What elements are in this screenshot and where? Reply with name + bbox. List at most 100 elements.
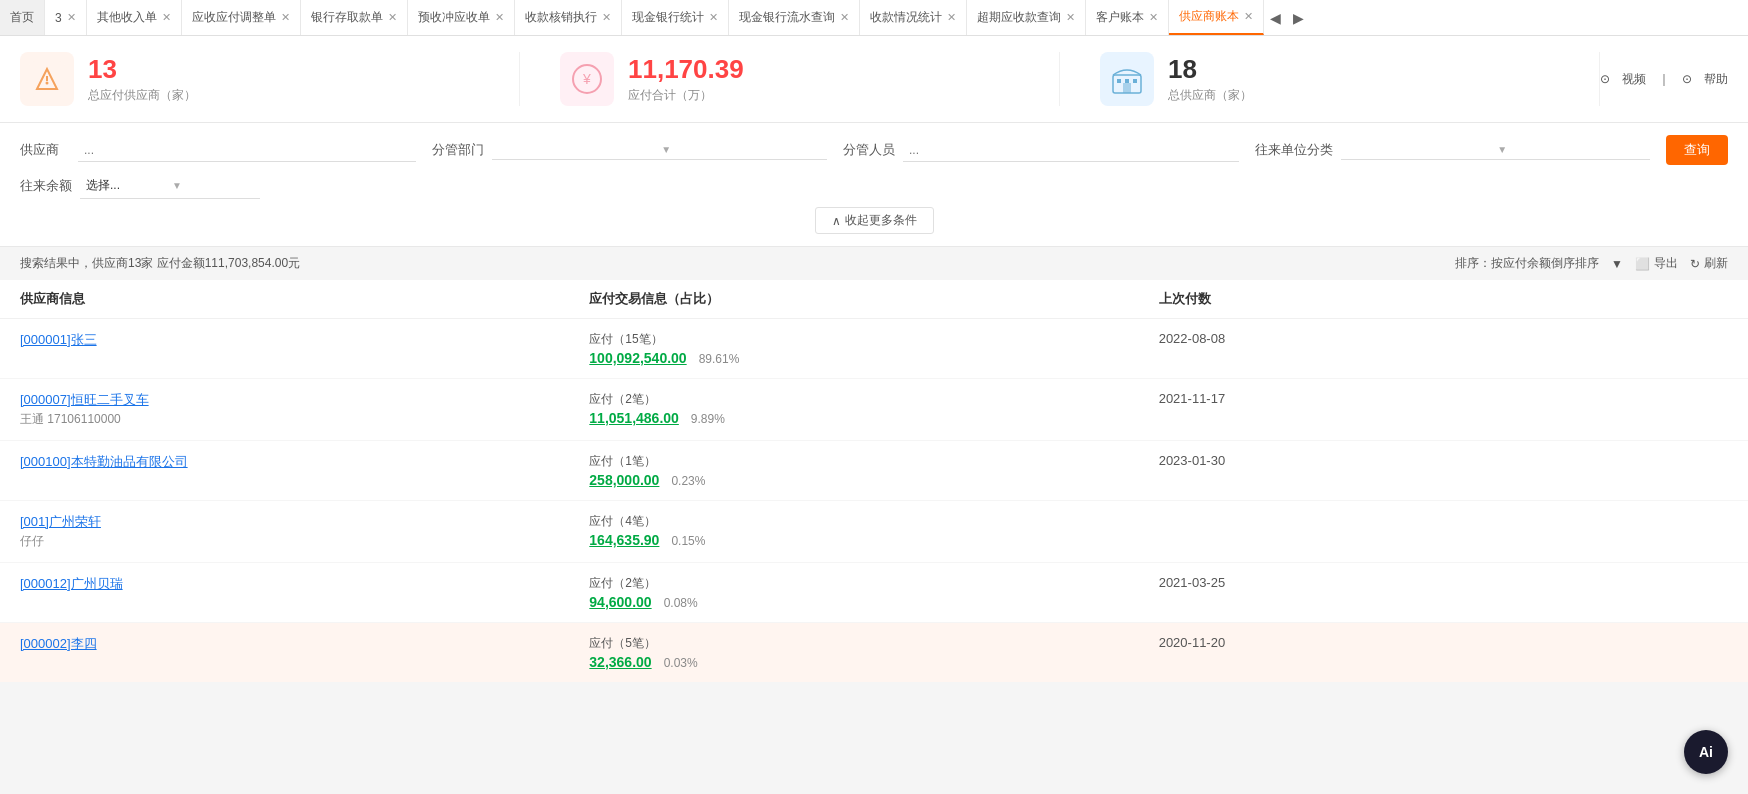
close-customer-book[interactable]: ✕: [1149, 11, 1158, 24]
export-icon: ⬜: [1635, 257, 1650, 271]
filter-balance: 往来余额 选择... ▼: [20, 173, 260, 199]
nav-overdue-ar[interactable]: 超期应收款查询 ✕: [967, 0, 1086, 35]
supplier-link-2[interactable]: [000100]本特勤油品有限公司: [20, 454, 188, 469]
export-button[interactable]: ⬜ 导出: [1635, 255, 1678, 272]
close-supplier-book[interactable]: ✕: [1244, 10, 1253, 23]
dept-label: 分管部门: [432, 141, 484, 159]
collapse-label: 收起更多条件: [845, 212, 917, 229]
nav-customer-book[interactable]: 客户账本 ✕: [1086, 0, 1169, 35]
help-link[interactable]: 帮助: [1704, 71, 1728, 88]
last-pay-0: 2022-08-08: [1159, 331, 1226, 346]
close-cash-bank-stat[interactable]: ✕: [709, 11, 718, 24]
nav-left-arrow[interactable]: ◀: [1264, 10, 1287, 26]
payable-suppliers-count: 13: [88, 54, 196, 85]
close-other-income[interactable]: ✕: [162, 11, 171, 24]
payable-label-5: 应付（5笔）: [589, 635, 1158, 652]
payable-label-3: 应付（4笔）: [589, 513, 1158, 530]
svg-point-2: [46, 82, 49, 85]
nav-receipt-verify[interactable]: 收款核销执行 ✕: [515, 0, 622, 35]
person-input[interactable]: [903, 139, 1239, 162]
supplier-cell-5: [000002]李四: [20, 635, 589, 653]
close-tab3[interactable]: ✕: [67, 11, 76, 24]
stat-total-suppliers: 18 总供应商（家）: [1060, 52, 1600, 106]
payable-amount-value: 11,170.39: [628, 54, 744, 85]
supplier-link-0[interactable]: [000001]张三: [20, 332, 97, 347]
nav-other-income[interactable]: 其他收入单 ✕: [87, 0, 182, 35]
payable-percent-0: 89.61%: [699, 352, 740, 366]
payable-amount-1[interactable]: 11,051,486.00: [589, 410, 679, 426]
total-suppliers-icon: [1100, 52, 1154, 106]
filter-area: 供应商 分管部门 ▼ 分管人员 往来单位分类 ▼ 查询 往来余额 选择: [0, 123, 1748, 247]
filter-unit-type: 往来单位分类 ▼: [1255, 140, 1651, 160]
svg-rect-7: [1117, 79, 1121, 83]
dept-select[interactable]: ▼: [492, 140, 828, 160]
close-receipt-stat[interactable]: ✕: [947, 11, 956, 24]
nav-cash-bank-stat[interactable]: 现金银行统计 ✕: [622, 0, 729, 35]
supplier-link-5[interactable]: [000002]李四: [20, 636, 97, 651]
search-button[interactable]: 查询: [1666, 135, 1728, 165]
supplier-input[interactable]: [78, 139, 416, 162]
nav-receipt-stat[interactable]: 收款情况统计 ✕: [860, 0, 967, 35]
result-summary: 搜索结果中，供应商13家 应付金额111,703,854.00元: [20, 255, 300, 272]
stat-payable-amount-text: 11,170.39 应付合计（万）: [628, 54, 744, 104]
supplier-cell-4: [000012]广州贝瑞: [20, 575, 589, 593]
unit-type-label: 往来单位分类: [1255, 141, 1333, 159]
close-receipt-verify[interactable]: ✕: [602, 11, 611, 24]
payable-amount-5[interactable]: 32,366.00: [589, 654, 651, 670]
video-link[interactable]: 视频: [1622, 71, 1646, 88]
collapse-button[interactable]: ∧ 收起更多条件: [815, 207, 934, 234]
nav-home[interactable]: 首页: [0, 0, 45, 35]
stat-payable-suppliers-text: 13 总应付供应商（家）: [88, 54, 196, 104]
balance-select[interactable]: 选择... ▼: [80, 173, 260, 199]
data-table: 供应商信息 应付交易信息（占比） 上次付数 [000001]张三 应付（15笔）…: [0, 280, 1748, 683]
dept-dropdown-icon: ▼: [661, 144, 821, 155]
payable-cell-2: 应付（1笔） 258,000.00 0.23%: [589, 453, 1158, 488]
nav-right-arrow[interactable]: ▶: [1287, 10, 1310, 26]
stats-header: 13 总应付供应商（家） ¥ 11,170.39 应付合计（万）: [0, 36, 1748, 123]
close-pre-receive[interactable]: ✕: [495, 11, 504, 24]
supplier-link-3[interactable]: [001]广州荣轩: [20, 514, 101, 529]
last-pay-cell-2: 2023-01-30: [1159, 453, 1728, 468]
balance-dropdown-icon: ▼: [172, 180, 254, 191]
sort-dropdown-icon: ▼: [1611, 257, 1623, 271]
payable-amount-2[interactable]: 258,000.00: [589, 472, 659, 488]
unit-type-select[interactable]: ▼: [1341, 140, 1651, 160]
supplier-cell-3: [001]广州荣轩 仔仔: [20, 513, 589, 550]
supplier-cell-2: [000100]本特勤油品有限公司: [20, 453, 589, 471]
table-header: 供应商信息 应付交易信息（占比） 上次付数: [0, 280, 1748, 319]
supplier-link-4[interactable]: [000012]广州贝瑞: [20, 576, 123, 591]
stat-total-suppliers-text: 18 总供应商（家）: [1168, 54, 1252, 104]
close-ar-ap-adjust[interactable]: ✕: [281, 11, 290, 24]
nav-supplier-book[interactable]: 供应商账本 ✕: [1169, 0, 1264, 35]
refresh-label: 刷新: [1704, 255, 1728, 272]
refresh-button[interactable]: ↻ 刷新: [1690, 255, 1728, 272]
sort-label[interactable]: 排序：按应付余额倒序排序: [1455, 255, 1599, 272]
nav-cash-flow-query[interactable]: 现金银行流水查询 ✕: [729, 0, 860, 35]
stat-payable-suppliers: 13 总应付供应商（家）: [20, 52, 520, 106]
nav-ar-ap-adjust[interactable]: 应收应付调整单 ✕: [182, 0, 301, 35]
stat-payable-amount: ¥ 11,170.39 应付合计（万）: [520, 52, 1060, 106]
export-label: 导出: [1654, 255, 1678, 272]
filter-dept: 分管部门 ▼: [432, 140, 828, 160]
payable-amount-4[interactable]: 94,600.00: [589, 594, 651, 610]
supplier-cell-1: [000007]恒旺二手叉车 王通 17106110000: [20, 391, 589, 428]
close-bank-deposit[interactable]: ✕: [388, 11, 397, 24]
payable-amount-3[interactable]: 164,635.90: [589, 532, 659, 548]
close-cash-flow-query[interactable]: ✕: [840, 11, 849, 24]
supplier-sub-1: 王通 17106110000: [20, 411, 589, 428]
payable-suppliers-label: 总应付供应商（家）: [88, 87, 196, 104]
nav-pre-receive[interactable]: 预收冲应收单 ✕: [408, 0, 515, 35]
total-suppliers-label: 总供应商（家）: [1168, 87, 1252, 104]
nav-bank-deposit[interactable]: 银行存取款单 ✕: [301, 0, 408, 35]
col-payable-info: 应付交易信息（占比）: [589, 290, 1158, 308]
filter-person: 分管人员: [843, 139, 1239, 162]
payable-cell-5: 应付（5笔） 32,366.00 0.03%: [589, 635, 1158, 670]
nav-tab3[interactable]: 3 ✕: [45, 0, 87, 35]
close-overdue-ar[interactable]: ✕: [1066, 11, 1075, 24]
supplier-link-1[interactable]: [000007]恒旺二手叉车: [20, 392, 149, 407]
top-navigation: 首页 3 ✕ 其他收入单 ✕ 应收应付调整单 ✕ 银行存取款单 ✕ 预收冲应收单…: [0, 0, 1748, 36]
payable-amount-0[interactable]: 100,092,540.00: [589, 350, 686, 366]
collapse-icon: ∧: [832, 214, 841, 228]
svg-rect-8: [1125, 79, 1129, 83]
last-pay-cell-4: 2021-03-25: [1159, 575, 1728, 590]
